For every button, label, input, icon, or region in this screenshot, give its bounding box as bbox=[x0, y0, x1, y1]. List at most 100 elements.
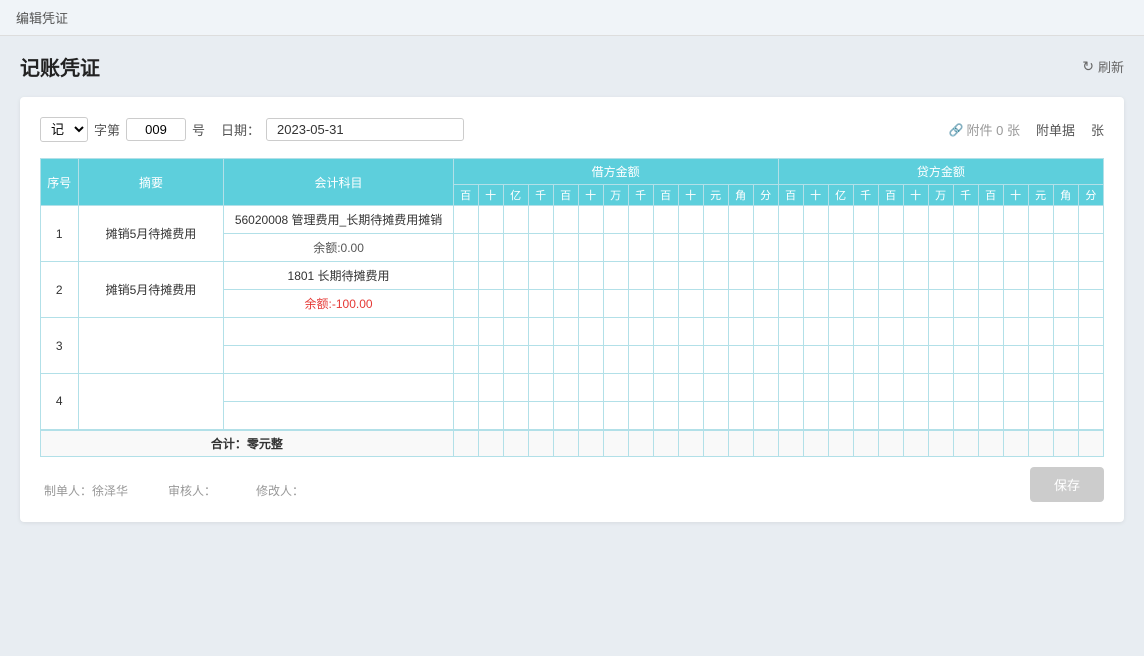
row-1-credit-13[interactable] bbox=[1078, 206, 1103, 234]
row-2-credit-13[interactable] bbox=[1078, 262, 1103, 290]
row-1-account[interactable]: 56020008 管理费用_长期待摊费用摊销 bbox=[224, 206, 453, 234]
row-4-credit-8[interactable] bbox=[953, 374, 978, 402]
row-4-debit-6[interactable] bbox=[578, 374, 603, 402]
row-1-debit-9[interactable] bbox=[653, 206, 678, 234]
row-4-debit-9[interactable] bbox=[653, 374, 678, 402]
row-2-credit-10[interactable] bbox=[1003, 262, 1028, 290]
row-2-debit-1[interactable] bbox=[453, 262, 478, 290]
row-3-debit-10[interactable] bbox=[678, 318, 703, 346]
row-2-credit-5[interactable] bbox=[878, 262, 903, 290]
row-2-debit-3[interactable] bbox=[503, 262, 528, 290]
attach-single[interactable]: 附单据 bbox=[1036, 120, 1075, 139]
row-4-debit-13[interactable] bbox=[753, 374, 778, 402]
row-1-debit-13[interactable] bbox=[753, 206, 778, 234]
row-1-credit-6[interactable] bbox=[903, 206, 928, 234]
row-1-debit-6[interactable] bbox=[578, 206, 603, 234]
row-1-summary[interactable]: 摊销5月待摊费用 bbox=[78, 206, 224, 262]
row-4-debit-11[interactable] bbox=[703, 374, 728, 402]
row-1-debit-4[interactable] bbox=[528, 206, 553, 234]
row-1-credit-9[interactable] bbox=[978, 206, 1003, 234]
row-2-debit-12[interactable] bbox=[728, 262, 753, 290]
row-2-debit-5[interactable] bbox=[553, 262, 578, 290]
row-1-credit-4[interactable] bbox=[853, 206, 878, 234]
row-3-debit-9[interactable] bbox=[653, 318, 678, 346]
row-1-debit-1[interactable] bbox=[453, 206, 478, 234]
row-3-credit-3[interactable] bbox=[828, 318, 853, 346]
row-2-credit-1[interactable] bbox=[778, 262, 803, 290]
row-2-debit-13[interactable] bbox=[753, 262, 778, 290]
row-1-credit-7[interactable] bbox=[928, 206, 953, 234]
row-2-credit-12[interactable] bbox=[1053, 262, 1078, 290]
row-4-credit-5[interactable] bbox=[878, 374, 903, 402]
row-4-debit-5[interactable] bbox=[553, 374, 578, 402]
row-2-debit-2[interactable] bbox=[478, 262, 503, 290]
row-4-credit-1[interactable] bbox=[778, 374, 803, 402]
row-3-credit-7[interactable] bbox=[928, 318, 953, 346]
row-3-credit-13[interactable] bbox=[1078, 318, 1103, 346]
row-4-credit-12[interactable] bbox=[1053, 374, 1078, 402]
number-input[interactable] bbox=[126, 118, 186, 141]
row-1-debit-11[interactable] bbox=[703, 206, 728, 234]
row-3-debit-13[interactable] bbox=[753, 318, 778, 346]
row-3-credit-6[interactable] bbox=[903, 318, 928, 346]
row-2-debit-11[interactable] bbox=[703, 262, 728, 290]
row-2-credit-11[interactable] bbox=[1028, 262, 1053, 290]
refresh-button[interactable]: ↻ 刷新 bbox=[1082, 57, 1124, 76]
row-3-debit-3[interactable] bbox=[503, 318, 528, 346]
attach-link[interactable]: 🔗 附件 0 张 bbox=[949, 120, 1020, 139]
row-1-credit-10[interactable] bbox=[1003, 206, 1028, 234]
row-3-summary[interactable] bbox=[78, 318, 224, 374]
type-select[interactable]: 记 bbox=[40, 117, 88, 142]
row-1-credit-1[interactable] bbox=[778, 206, 803, 234]
row-2-credit-2[interactable] bbox=[803, 262, 828, 290]
row-4-debit-7[interactable] bbox=[603, 374, 628, 402]
row-4-summary[interactable] bbox=[78, 374, 224, 430]
row-4-credit-10[interactable] bbox=[1003, 374, 1028, 402]
row-4-debit-3[interactable] bbox=[503, 374, 528, 402]
row-4-credit-13[interactable] bbox=[1078, 374, 1103, 402]
row-4-credit-2[interactable] bbox=[803, 374, 828, 402]
row-4-credit-3[interactable] bbox=[828, 374, 853, 402]
row-4-account[interactable] bbox=[224, 374, 453, 402]
row-3-credit-4[interactable] bbox=[853, 318, 878, 346]
row-2-debit-6[interactable] bbox=[578, 262, 603, 290]
row-2-debit-10[interactable] bbox=[678, 262, 703, 290]
row-3-credit-9[interactable] bbox=[978, 318, 1003, 346]
row-2-summary[interactable]: 摊销5月待摊费用 bbox=[78, 262, 224, 318]
row-3-debit-4[interactable] bbox=[528, 318, 553, 346]
row-1-debit-5[interactable] bbox=[553, 206, 578, 234]
row-4-credit-6[interactable] bbox=[903, 374, 928, 402]
row-1-debit-8[interactable] bbox=[628, 206, 653, 234]
row-1-credit-11[interactable] bbox=[1028, 206, 1053, 234]
row-2-credit-3[interactable] bbox=[828, 262, 853, 290]
row-3-credit-11[interactable] bbox=[1028, 318, 1053, 346]
row-3-debit-12[interactable] bbox=[728, 318, 753, 346]
row-2-credit-8[interactable] bbox=[953, 262, 978, 290]
row-1-credit-2[interactable] bbox=[803, 206, 828, 234]
row-4-debit-2[interactable] bbox=[478, 374, 503, 402]
row-1-credit-5[interactable] bbox=[878, 206, 903, 234]
row-3-debit-6[interactable] bbox=[578, 318, 603, 346]
row-4-debit-8[interactable] bbox=[628, 374, 653, 402]
row-4-credit-11[interactable] bbox=[1028, 374, 1053, 402]
row-2-debit-8[interactable] bbox=[628, 262, 653, 290]
row-1-credit-8[interactable] bbox=[953, 206, 978, 234]
row-4-debit-12[interactable] bbox=[728, 374, 753, 402]
row-1-debit-7[interactable] bbox=[603, 206, 628, 234]
row-2-account[interactable]: 1801 长期待摊费用 bbox=[224, 262, 453, 290]
row-3-credit-1[interactable] bbox=[778, 318, 803, 346]
row-1-debit-12[interactable] bbox=[728, 206, 753, 234]
row-2-credit-4[interactable] bbox=[853, 262, 878, 290]
save-button[interactable]: 保存 bbox=[1030, 467, 1104, 502]
row-1-credit-3[interactable] bbox=[828, 206, 853, 234]
date-input[interactable] bbox=[266, 118, 464, 141]
row-4-credit-4[interactable] bbox=[853, 374, 878, 402]
row-3-debit-8[interactable] bbox=[628, 318, 653, 346]
row-4-debit-10[interactable] bbox=[678, 374, 703, 402]
row-3-credit-8[interactable] bbox=[953, 318, 978, 346]
row-4-debit-1[interactable] bbox=[453, 374, 478, 402]
row-3-debit-2[interactable] bbox=[478, 318, 503, 346]
row-3-credit-12[interactable] bbox=[1053, 318, 1078, 346]
row-2-credit-9[interactable] bbox=[978, 262, 1003, 290]
row-2-debit-7[interactable] bbox=[603, 262, 628, 290]
